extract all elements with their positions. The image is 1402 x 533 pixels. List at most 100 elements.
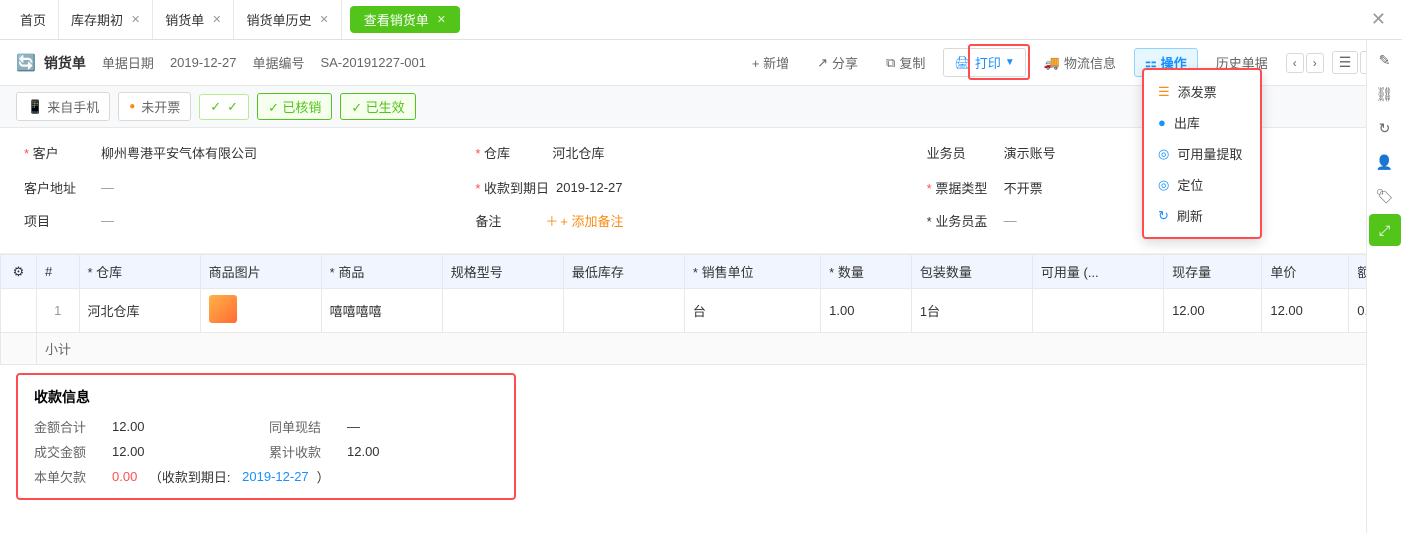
tab-close-sales[interactable]: ✕ bbox=[212, 13, 221, 26]
tab-close-sales-history[interactable]: ✕ bbox=[320, 13, 329, 26]
date-value: 2019-12-27 bbox=[170, 55, 237, 70]
row-spec bbox=[442, 289, 563, 333]
cumulative-receipt-row: 累计收款 12.00 bbox=[269, 442, 498, 461]
plus-icon: ＋ bbox=[545, 211, 558, 230]
table-container: ⚙ # * 仓库 商品图片 * 商品 规格型号 最低库存 * 销售单位 * 数量… bbox=[0, 254, 1402, 365]
date-label: 单据日期 bbox=[102, 53, 154, 72]
current-due-row: 本单欠款 0.00 （收款到期日: 2019-12-27 ） bbox=[34, 467, 498, 486]
tab-close-view-sales[interactable]: ✕ bbox=[437, 13, 446, 26]
dropdown-refresh[interactable]: ↻ 刷新 bbox=[1144, 200, 1260, 231]
current-due-value: 0.00 bbox=[112, 469, 137, 484]
cumulative-receipt-label: 累计收款 bbox=[269, 442, 339, 461]
row-gear bbox=[1, 289, 37, 333]
row-min-stock bbox=[563, 289, 684, 333]
transaction-amount-value: 12.00 bbox=[112, 444, 145, 459]
effective-icon: ✓ bbox=[351, 100, 362, 115]
new-button[interactable]: + 新增 bbox=[742, 49, 799, 76]
table-header-row: ⚙ # * 仓库 商品图片 * 商品 规格型号 最低库存 * 销售单位 * 数量… bbox=[1, 255, 1402, 289]
col-product: * 商品 bbox=[321, 255, 442, 289]
checked-button[interactable]: ✓ 已核销 bbox=[257, 93, 332, 120]
same-order-label: 同单现结 bbox=[269, 417, 339, 436]
customer-label: 客户 bbox=[24, 143, 94, 162]
check-icon: ✓ bbox=[227, 99, 238, 115]
payment-title: 收款信息 bbox=[34, 387, 498, 407]
sidebar-edit-button[interactable]: ✎ bbox=[1369, 44, 1401, 76]
number-label: 单据编号 bbox=[252, 53, 304, 72]
right-sidebar: ✎ ⛓ ↻ 👤 🏷 ⤢ bbox=[1366, 40, 1402, 533]
subtotal-gear bbox=[1, 333, 37, 365]
sidebar-tag-button[interactable]: 🏷 bbox=[1369, 180, 1401, 212]
sales-order-icon: 🔄 bbox=[16, 53, 36, 73]
mobile-icon: 📱 bbox=[27, 99, 43, 115]
due-date-note: （收款到期日: bbox=[145, 467, 234, 486]
col-num: # bbox=[37, 255, 80, 289]
sidebar-refresh-button[interactable]: ↻ bbox=[1369, 112, 1401, 144]
tab-home[interactable]: 首页 bbox=[8, 0, 59, 39]
note-label: 备注 bbox=[475, 211, 545, 230]
col-gear: ⚙ bbox=[1, 255, 37, 289]
due-date-value: 2019-12-27 bbox=[242, 469, 309, 484]
project-label: 项目 bbox=[24, 211, 94, 230]
col-available: 可用量 (... bbox=[1032, 255, 1163, 289]
number-value: SA-20191227-001 bbox=[320, 55, 426, 70]
row-product-img bbox=[200, 289, 321, 333]
tab-sales[interactable]: 销货单 ✕ bbox=[153, 0, 234, 39]
sales-employee-label: * 业务员盂 bbox=[927, 211, 997, 230]
share-button[interactable]: ↗ 分享 bbox=[807, 49, 868, 76]
doc-actions: + 新增 ↗ 分享 ⧉ 复制 🖨 打印 ▼ 🚚 物流信息 ⚏ 操作 bbox=[742, 48, 1386, 77]
sales-employee-value: — bbox=[997, 210, 1024, 231]
verified-button[interactable]: ✓ bbox=[199, 94, 249, 120]
col-unit-price: 单价 bbox=[1262, 255, 1349, 289]
from-mobile-button[interactable]: 📱 来自手机 bbox=[16, 92, 110, 121]
same-order-row: 同单现结 — bbox=[269, 417, 498, 436]
tab-close-inventory[interactable]: ✕ bbox=[131, 13, 140, 26]
effective-button[interactable]: ✓ 已生效 bbox=[340, 93, 415, 120]
sidebar-person-button[interactable]: 👤 bbox=[1369, 146, 1401, 178]
address-field: 客户地址 — bbox=[24, 177, 475, 198]
current-due-label: 本单欠款 bbox=[34, 467, 104, 486]
tab-sales-history[interactable]: 销货单历史 ✕ bbox=[234, 0, 341, 39]
payment-section: 收款信息 金额合计 12.00 同单现结 — 成交金额 12.00 累计收款 1… bbox=[16, 373, 516, 500]
tab-inventory[interactable]: 库存期初 ✕ bbox=[59, 0, 153, 39]
col-current-stock: 现存量 bbox=[1164, 255, 1262, 289]
logistics-button[interactable]: 🚚 物流信息 bbox=[1034, 49, 1126, 76]
row-quantity: 1.00 bbox=[821, 289, 912, 333]
add-note-button[interactable]: ＋ + 添加备注 bbox=[545, 211, 623, 230]
warehouse-value: 河北仓库 bbox=[545, 140, 611, 165]
list-view-button[interactable]: ☰ bbox=[1332, 51, 1359, 74]
share-icon: ↗ bbox=[817, 55, 828, 71]
copy-button[interactable]: ⧉ 复制 bbox=[876, 49, 935, 76]
sidebar-expand-button[interactable]: ⤢ bbox=[1369, 214, 1401, 246]
nav-arrows: ‹ › bbox=[1286, 53, 1324, 73]
customer-value: 柳州粤港平安气体有限公司 bbox=[94, 140, 264, 165]
window-close-button[interactable]: ✕ bbox=[1363, 9, 1394, 30]
print-button[interactable]: 🖨 打印 ▼ bbox=[943, 48, 1025, 77]
available-pick-icon: ◎ bbox=[1158, 146, 1169, 162]
tab-bar: 首页 库存期初 ✕ 销货单 ✕ 销货单历史 ✕ 查看销货单 ✕ ✕ bbox=[0, 0, 1402, 40]
dropdown-locate[interactable]: ◎ 定位 bbox=[1144, 169, 1260, 200]
col-sales-unit: * 销售单位 bbox=[684, 255, 820, 289]
row-unit-price: 12.00 bbox=[1262, 289, 1349, 333]
col-product-img: 商品图片 bbox=[200, 255, 321, 289]
dropdown-add-invoice[interactable]: ☰ 添发票 bbox=[1144, 76, 1260, 107]
sidebar-link-button[interactable]: ⛓ bbox=[1369, 78, 1401, 110]
logistics-icon: 🚚 bbox=[1044, 55, 1060, 71]
project-value: — bbox=[94, 210, 121, 231]
project-field: 项目 — bbox=[24, 210, 475, 231]
transaction-amount-row: 成交金额 12.00 bbox=[34, 442, 263, 461]
dropdown-outbound[interactable]: ● 出库 bbox=[1144, 107, 1260, 138]
dropdown-available-pick[interactable]: ◎ 可用量提取 bbox=[1144, 138, 1260, 169]
tab-view-sales[interactable]: 查看销货单 ✕ bbox=[350, 6, 460, 33]
product-image bbox=[209, 295, 237, 323]
ticket-type-value: 不开票 bbox=[997, 175, 1050, 200]
not-open-ticket-button[interactable]: 未开票 bbox=[118, 92, 191, 121]
add-invoice-icon: ☰ bbox=[1158, 84, 1170, 100]
subtotal-label: 小计 bbox=[37, 333, 1402, 365]
prev-button[interactable]: ‹ bbox=[1286, 53, 1304, 73]
print-icon: 🖨 bbox=[954, 55, 971, 71]
next-button[interactable]: › bbox=[1306, 53, 1324, 73]
warehouse-label: 仓库 bbox=[475, 143, 545, 162]
col-warehouse: * 仓库 bbox=[79, 255, 200, 289]
print-dropdown-arrow: ▼ bbox=[1005, 57, 1015, 68]
copy-icon: ⧉ bbox=[886, 55, 895, 71]
